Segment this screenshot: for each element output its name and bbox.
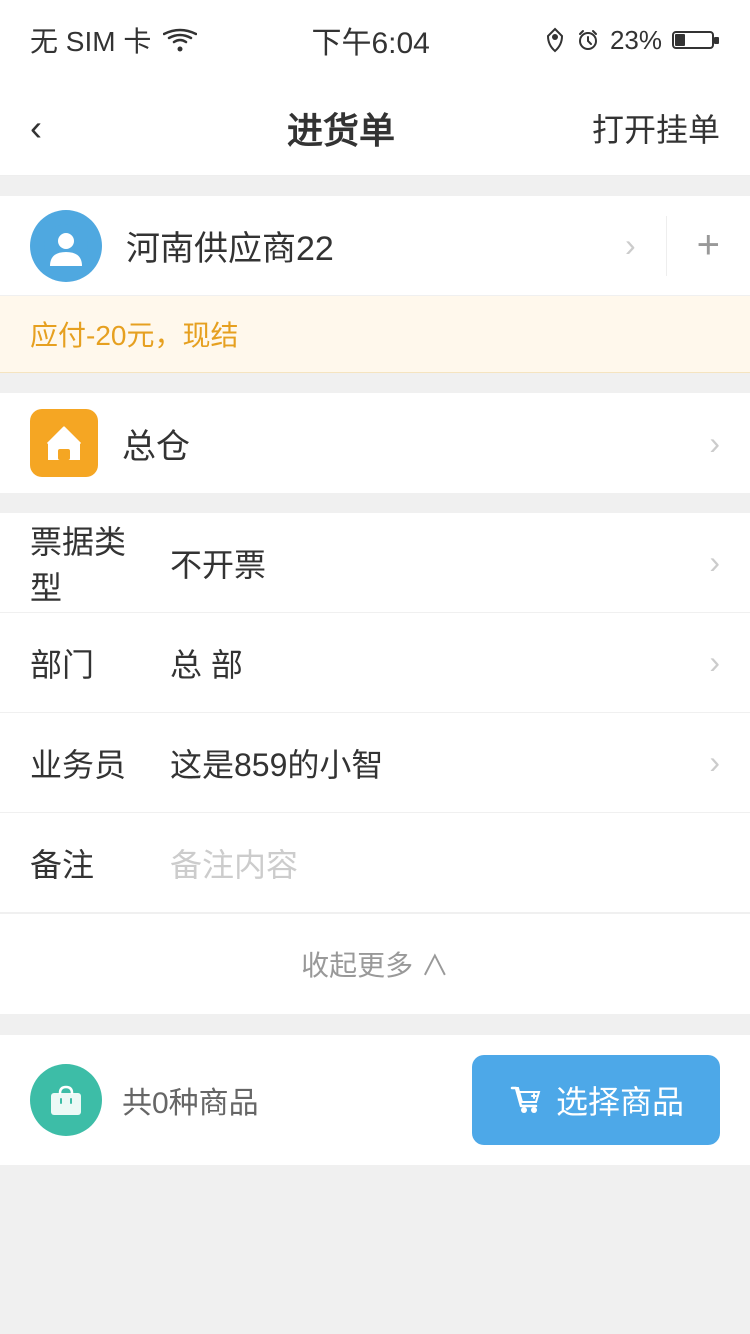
salesperson-label: 业务员 — [30, 740, 150, 786]
invoice-type-value: 不开票 — [150, 540, 709, 586]
person-icon — [44, 224, 88, 268]
invoice-type-chevron: › — [709, 544, 720, 581]
form-row-remark[interactable]: 备注 备注内容 — [0, 813, 750, 913]
battery-icon — [672, 28, 720, 52]
department-value: 总 部 — [150, 640, 709, 686]
form-section: 票据类型 不开票 › 部门 总 部 › 业务员 这是859的小智 › 备注 备注… — [0, 513, 750, 1014]
carrier-label: 无 SIM 卡 — [30, 20, 151, 60]
location-icon — [544, 27, 566, 53]
cart-icon — [508, 1082, 544, 1118]
form-row-department[interactable]: 部门 总 部 › — [0, 613, 750, 713]
section-gap-1 — [0, 176, 750, 196]
remark-label: 备注 — [30, 840, 150, 886]
supplier-avatar — [30, 210, 102, 282]
salesperson-value: 这是859的小智 — [150, 740, 709, 786]
open-pending-button[interactable]: 打开挂单 — [592, 105, 720, 151]
salesperson-chevron: › — [709, 744, 720, 781]
supplier-chevron: › — [625, 227, 636, 264]
collapse-row[interactable]: 收起更多 ∧ — [0, 913, 750, 1014]
alarm-icon — [576, 28, 600, 52]
battery-label: 23% — [610, 25, 662, 56]
supplier-row[interactable]: 河南供应商22 › + — [0, 196, 750, 296]
warehouse-section: 总仓 › — [0, 393, 750, 493]
section-gap-3 — [0, 493, 750, 513]
warehouse-row[interactable]: 总仓 › — [0, 393, 750, 493]
warehouse-icon — [30, 409, 98, 477]
warehouse-name: 总仓 — [122, 419, 709, 468]
department-label: 部门 — [30, 640, 150, 686]
status-time: 下午6:04 — [311, 18, 429, 62]
warehouse-chevron: › — [709, 425, 720, 462]
add-button[interactable]: + — [666, 216, 720, 276]
department-chevron: › — [709, 644, 720, 681]
select-product-label: 选择商品 — [556, 1077, 684, 1123]
select-product-button[interactable]: 选择商品 — [472, 1055, 720, 1145]
bottom-bar: 共0种商品 选择商品 — [0, 1034, 750, 1165]
notice-text: 应付-20元，现结 — [30, 320, 238, 351]
house-icon — [44, 424, 84, 462]
section-gap-4 — [0, 1014, 750, 1034]
invoice-type-label: 票据类型 — [30, 517, 150, 609]
notice-bar: 应付-20元，现结 — [0, 296, 750, 373]
collapse-label: 收起更多 ∧ — [301, 950, 449, 981]
status-left: 无 SIM 卡 — [30, 20, 197, 60]
supplier-section: 河南供应商22 › + 应付-20元，现结 — [0, 196, 750, 373]
back-button[interactable]: ‹ — [30, 107, 90, 149]
status-bar: 无 SIM 卡 下午6:04 23% — [0, 0, 750, 80]
remark-input[interactable]: 备注内容 — [150, 840, 720, 886]
product-count-text: 共0种商品 — [122, 1078, 452, 1122]
product-count-icon — [30, 1064, 102, 1136]
section-gap-2 — [0, 373, 750, 393]
supplier-name: 河南供应商22 — [126, 221, 625, 270]
nav-bar: ‹ 进货单 打开挂单 — [0, 80, 750, 176]
form-row-salesperson[interactable]: 业务员 这是859的小智 › — [0, 713, 750, 813]
wifi-icon — [163, 28, 197, 52]
status-right: 23% — [544, 25, 720, 56]
form-row-invoice[interactable]: 票据类型 不开票 › — [0, 513, 750, 613]
page-title: 进货单 — [287, 102, 395, 154]
shopping-bag-icon — [45, 1079, 87, 1121]
